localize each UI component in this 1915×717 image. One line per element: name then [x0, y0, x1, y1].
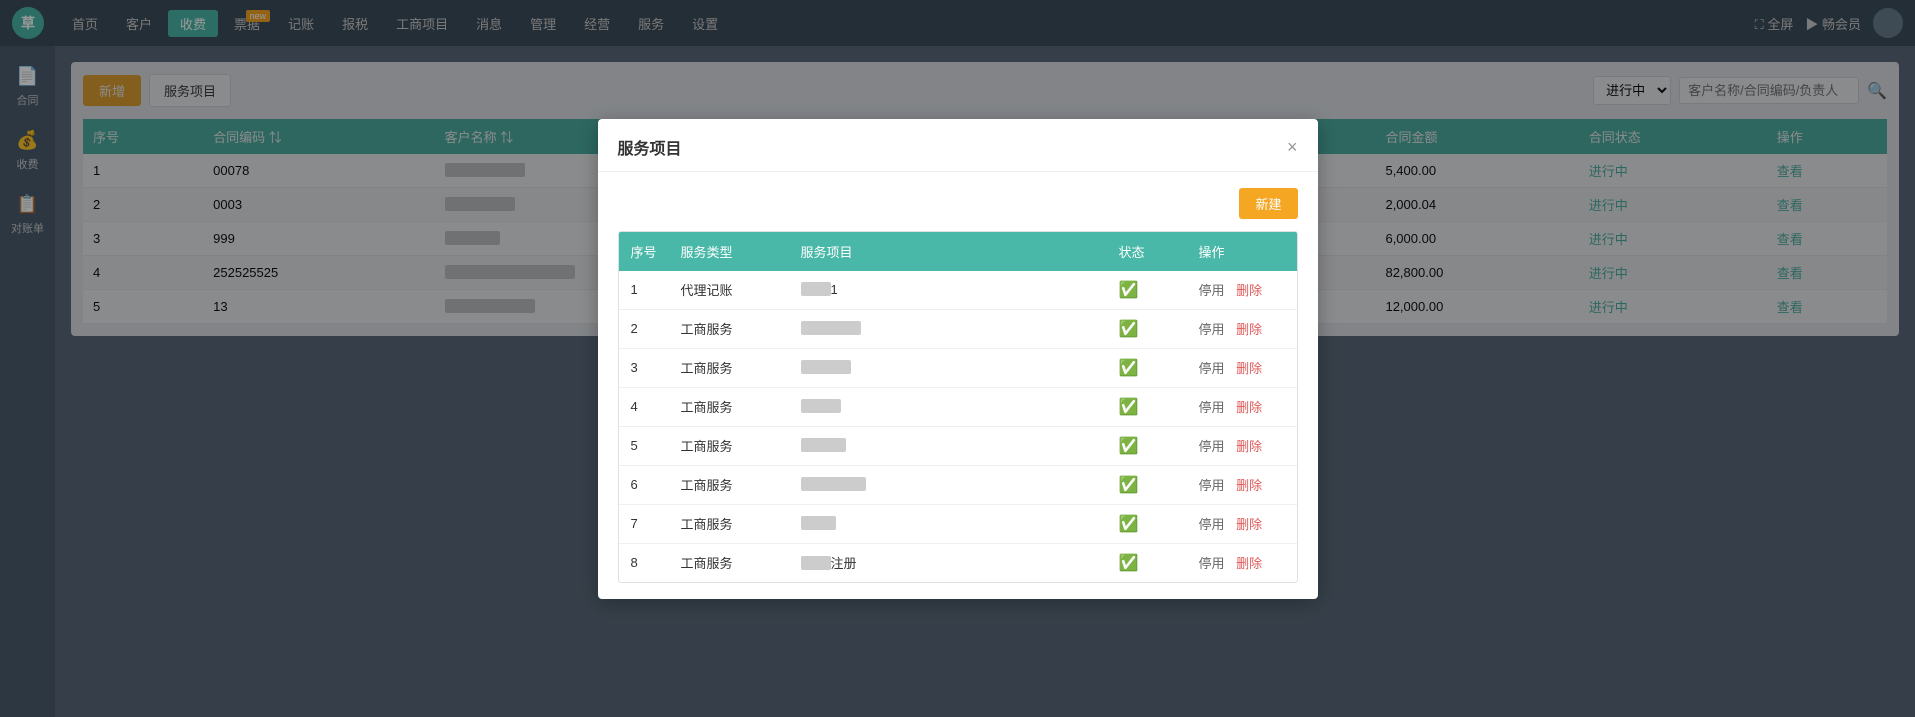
modal-row-type: 工商服务	[669, 465, 789, 504]
modal-col-status: 状态	[1107, 232, 1187, 271]
modal-table-row: 7 工商服务 ✅ 停用 删除	[619, 504, 1297, 543]
modal-row-type: 工商服务	[669, 426, 789, 465]
modal-new-button[interactable]: 新建	[1239, 188, 1297, 219]
delete-button[interactable]: 删除	[1236, 517, 1262, 532]
modal-table-row: 2 工商服务 ✅ 停用 删除	[619, 309, 1297, 348]
modal-table-row: 3 工商服务 ✅ 停用 删除	[619, 348, 1297, 387]
modal-row-type: 工商服务	[669, 504, 789, 543]
modal-row-status: ✅	[1107, 387, 1187, 426]
modal-row-item	[789, 465, 1107, 504]
stop-button[interactable]: 停用	[1199, 361, 1225, 376]
modal-row-ops: 停用 删除	[1187, 387, 1297, 426]
modal-row-item: 1	[789, 271, 1107, 310]
modal-body: 新建 序号 服务类型 服务项目 状态 操作	[598, 172, 1318, 599]
modal-table-row: 1 代理记账 1 ✅ 停用 删除	[619, 271, 1297, 310]
modal-row-ops: 停用 删除	[1187, 504, 1297, 543]
delete-button[interactable]: 删除	[1236, 478, 1262, 493]
delete-button[interactable]: 删除	[1236, 283, 1262, 298]
modal-col-ops: 操作	[1187, 232, 1297, 271]
modal-close-button[interactable]: ×	[1287, 138, 1298, 156]
stop-button[interactable]: 停用	[1199, 517, 1225, 532]
stop-button[interactable]: 停用	[1199, 556, 1225, 571]
modal-row-type: 工商服务	[669, 309, 789, 348]
modal-table-row: 4 工商服务 ✅ 停用 删除	[619, 387, 1297, 426]
modal-row-item	[789, 387, 1107, 426]
modal-row-type: 工商服务	[669, 348, 789, 387]
modal-row-index: 2	[619, 309, 669, 348]
modal-col-type: 服务类型	[669, 232, 789, 271]
modal-row-item	[789, 426, 1107, 465]
modal-row-item	[789, 309, 1107, 348]
modal-row-item: 注册	[789, 543, 1107, 582]
modal-table-wrap: 序号 服务类型 服务项目 状态 操作 1 代理记账 1 ✅	[618, 231, 1298, 583]
modal-row-ops: 停用 删除	[1187, 543, 1297, 582]
modal-row-status: ✅	[1107, 504, 1187, 543]
delete-button[interactable]: 删除	[1236, 400, 1262, 415]
modal-row-type: 工商服务	[669, 387, 789, 426]
modal-row-index: 7	[619, 504, 669, 543]
delete-button[interactable]: 删除	[1236, 322, 1262, 337]
delete-button[interactable]: 删除	[1236, 556, 1262, 571]
modal-row-ops: 停用 删除	[1187, 348, 1297, 387]
modal-row-status: ✅	[1107, 309, 1187, 348]
stop-button[interactable]: 停用	[1199, 439, 1225, 454]
modal-row-item	[789, 348, 1107, 387]
modal-row-ops: 停用 删除	[1187, 465, 1297, 504]
modal-overlay: 服务项目 × 新建 序号 服务类型 服务项目 状态 操作	[0, 0, 1915, 717]
modal-row-status: ✅	[1107, 426, 1187, 465]
modal-row-status: ✅	[1107, 348, 1187, 387]
modal-row-type: 工商服务	[669, 543, 789, 582]
modal-row-index: 8	[619, 543, 669, 582]
modal-col-item: 服务项目	[789, 232, 1107, 271]
modal-row-item	[789, 504, 1107, 543]
modal-row-index: 3	[619, 348, 669, 387]
modal-row-ops: 停用 删除	[1187, 271, 1297, 310]
modal-row-status: ✅	[1107, 543, 1187, 582]
stop-button[interactable]: 停用	[1199, 478, 1225, 493]
modal-table-row: 5 工商服务 ✅ 停用 删除	[619, 426, 1297, 465]
delete-button[interactable]: 删除	[1236, 439, 1262, 454]
modal-row-status: ✅	[1107, 465, 1187, 504]
modal-header: 服务项目 ×	[598, 119, 1318, 172]
modal-row-ops: 停用 删除	[1187, 309, 1297, 348]
stop-button[interactable]: 停用	[1199, 283, 1225, 298]
modal-row-ops: 停用 删除	[1187, 426, 1297, 465]
modal-row-index: 4	[619, 387, 669, 426]
modal-row-index: 6	[619, 465, 669, 504]
modal-service-table: 序号 服务类型 服务项目 状态 操作 1 代理记账 1 ✅	[619, 232, 1297, 582]
modal-row-type: 代理记账	[669, 271, 789, 310]
modal-table-row: 6 工商服务 ✅ 停用 删除	[619, 465, 1297, 504]
stop-button[interactable]: 停用	[1199, 322, 1225, 337]
modal-col-index: 序号	[619, 232, 669, 271]
delete-button[interactable]: 删除	[1236, 361, 1262, 376]
modal-row-index: 1	[619, 271, 669, 310]
stop-button[interactable]: 停用	[1199, 400, 1225, 415]
modal-table-row: 8 工商服务 注册 ✅ 停用 删除	[619, 543, 1297, 582]
modal-toolbar: 新建	[618, 188, 1298, 219]
modal-title: 服务项目	[618, 135, 682, 159]
modal-row-index: 5	[619, 426, 669, 465]
service-items-modal: 服务项目 × 新建 序号 服务类型 服务项目 状态 操作	[598, 119, 1318, 599]
modal-row-status: ✅	[1107, 271, 1187, 310]
